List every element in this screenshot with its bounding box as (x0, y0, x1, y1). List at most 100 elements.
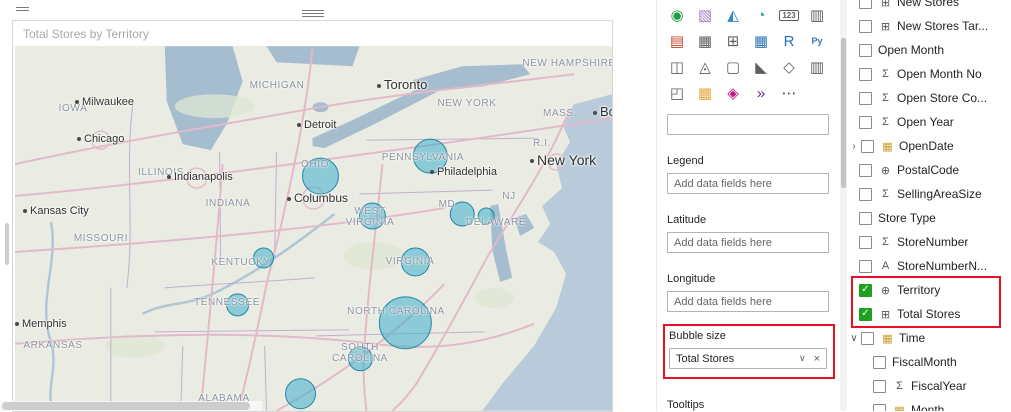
expander-icon[interactable]: › (848, 141, 860, 152)
python-icon[interactable]: Py (803, 28, 831, 54)
sigma-icon: Σ (882, 68, 889, 80)
field-checkbox[interactable]: ✓ (859, 283, 872, 297)
field-label: Store Type (878, 211, 936, 225)
custom-visual-icon[interactable]: ◈ (719, 80, 747, 106)
field-checkbox[interactable] (873, 355, 886, 369)
field-checkbox[interactable] (861, 139, 874, 153)
well-input-legend[interactable]: Add data fields here (667, 173, 829, 194)
field-label: New Stores Tar... (897, 19, 989, 33)
expander-icon[interactable]: ∨ (848, 333, 860, 344)
r-script-icon[interactable]: R (775, 28, 803, 54)
remove-field-icon[interactable]: × (814, 353, 820, 365)
field-checkbox[interactable] (859, 67, 872, 81)
more-options-icon[interactable]: ⋯ (775, 80, 803, 106)
map-icon[interactable]: ◉ (663, 2, 691, 28)
field-checkbox[interactable] (859, 187, 872, 201)
field-item-sellingareasize[interactable]: Σ SellingAreaSize (847, 182, 1011, 206)
horizontal-scrollbar-thumb[interactable] (2, 402, 250, 410)
power-apps-icon[interactable]: ◰ (663, 80, 691, 106)
field-item-open-month-no[interactable]: Σ Open Month No (847, 62, 1011, 86)
field-label: Time (899, 331, 926, 345)
map-canvas[interactable]: IOWA MICHIGAN NEW HAMPSHIRE NEW YORK MASS. R.… (15, 46, 612, 411)
well-label-legend: Legend (667, 155, 704, 167)
field-item-postalcode[interactable]: ⊕ PostalCode (847, 158, 1011, 182)
table-icon[interactable]: ⊞ (719, 28, 747, 54)
multi-row-card-icon[interactable]: ▥ (803, 2, 831, 28)
field-checkbox[interactable] (873, 403, 886, 411)
field-checkbox[interactable]: ✓ (859, 307, 872, 321)
field-well-input-partial[interactable] (667, 114, 829, 135)
rivers-layer (44, 213, 336, 411)
field-checkbox[interactable] (859, 115, 872, 129)
field-label: Open Month (878, 43, 945, 57)
field-item-storenumber[interactable]: Σ StoreNumber (847, 230, 1011, 254)
field-item-open-month[interactable]: Open Month (847, 38, 1011, 62)
power-automate-icon[interactable]: ▦ (691, 80, 719, 106)
field-item-storenumbern-[interactable]: A StoreNumberN... (847, 254, 1011, 278)
field-item-territory[interactable]: ✓ ⊕ Territory (847, 278, 1011, 302)
gauge-icon[interactable]: ◔ (747, 2, 775, 28)
map-visual[interactable]: Total Stores by Territory IOWA MICHIGAN … (12, 10, 613, 412)
territory-bubble[interactable] (285, 378, 316, 410)
visual-drag-handle-icon[interactable] (301, 8, 324, 19)
fields-pane: ⊞ New Stores ⊞ New Stores Tar... Open Month Σ… (847, 0, 1011, 411)
field-checkbox[interactable] (861, 331, 874, 345)
card-icon[interactable]: 123 (775, 2, 803, 28)
field-checkbox[interactable] (859, 19, 872, 33)
territory-bubble[interactable] (378, 296, 432, 350)
field-checkbox[interactable] (859, 259, 872, 273)
pane-scrollbar-thumb[interactable] (841, 38, 846, 188)
territory-bubble[interactable] (358, 202, 386, 230)
bubble-size-field[interactable]: Total Stores ∨ × (669, 348, 827, 369)
filled-map-icon[interactable]: ▧ (691, 2, 719, 28)
well-label-longitude: Longitude (667, 273, 716, 285)
field-item-month[interactable]: ▦ Month (847, 398, 1011, 411)
bubble-size-label: Bubble size (669, 330, 726, 342)
territory-bubble[interactable] (302, 157, 339, 195)
pennant-icon[interactable]: ◣ (747, 54, 775, 80)
territory-bubble[interactable] (347, 346, 373, 372)
field-item-fiscalyear[interactable]: Σ FiscalYear (847, 374, 1011, 398)
field-item-open-year[interactable]: Σ Open Year (847, 110, 1011, 134)
horizontal-scrollbar[interactable] (0, 401, 262, 411)
field-item-fiscalmonth[interactable]: FiscalMonth (847, 350, 1011, 374)
territory-bubble[interactable] (477, 207, 495, 225)
field-checkbox[interactable] (873, 379, 886, 393)
field-checkbox[interactable] (859, 91, 872, 105)
smart-narrative-icon[interactable]: ▢ (719, 54, 747, 80)
territory-bubble[interactable] (226, 293, 250, 317)
qna-icon[interactable]: ◬ (691, 54, 719, 80)
report-chart-icon[interactable]: ▥ (803, 54, 831, 80)
field-item-new-stores[interactable]: ⊞ New Stores (847, 0, 1011, 14)
canvas-grip-icon[interactable] (16, 5, 29, 13)
field-item-new-stores-tar-[interactable]: ⊞ New Stores Tar... (847, 14, 1011, 38)
territory-bubble[interactable] (253, 247, 275, 269)
field-checkbox[interactable] (859, 163, 872, 177)
field-item-open-store-co-[interactable]: Σ Open Store Co... (847, 86, 1011, 110)
field-checkbox[interactable] (859, 43, 872, 57)
import-visual-icon[interactable]: » (747, 80, 775, 106)
decomposition-tree-icon[interactable]: ◫ (663, 54, 691, 80)
field-checkbox[interactable] (859, 0, 872, 9)
field-checkbox[interactable] (859, 211, 872, 225)
territory-bubble[interactable] (400, 247, 430, 277)
chevron-down-icon[interactable]: ∨ (799, 353, 806, 364)
matrix-icon[interactable]: ▦ (691, 28, 719, 54)
field-checkbox[interactable] (859, 235, 872, 249)
territory-bubble[interactable] (412, 138, 448, 174)
report-canvas[interactable]: Total Stores by Territory IOWA MICHIGAN … (0, 0, 652, 412)
colored-matrix-icon[interactable]: ▦ (747, 28, 775, 54)
field-item-store-type[interactable]: Store Type (847, 206, 1011, 230)
field-item-opendate[interactable]: › ▦ OpenDate (847, 134, 1011, 158)
pane-scrollbar[interactable] (840, 0, 847, 411)
territory-bubble[interactable] (449, 201, 475, 227)
field-item-time[interactable]: ∨ ▦ Time (847, 326, 1011, 350)
left-scrollbar-thumb[interactable] (5, 223, 9, 265)
smart-table-icon[interactable]: ▤ (663, 28, 691, 54)
well-input-longitude[interactable]: Add data fields here (667, 291, 829, 312)
well-input-latitude[interactable]: Add data fields here (667, 232, 829, 253)
azure-map-icon[interactable]: ◭ (719, 2, 747, 28)
field-item-total-stores[interactable]: ✓ ⊞ Total Stores (847, 302, 1011, 326)
goals-icon[interactable]: ◇ (775, 54, 803, 80)
sigma-icon: Σ (882, 116, 889, 128)
